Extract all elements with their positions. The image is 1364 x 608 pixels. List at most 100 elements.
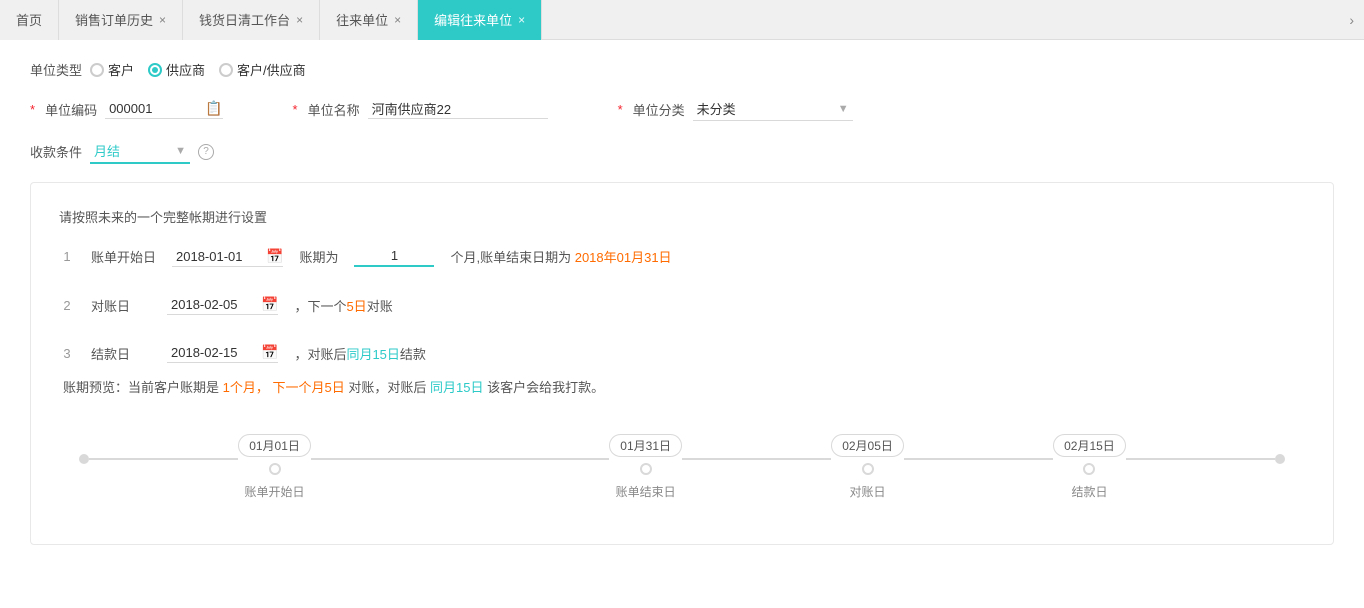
unit-code-copy-icon[interactable]: 📋 (205, 100, 222, 117)
radio-label-customer: 客户 (108, 60, 134, 79)
unit-category-value: 未分类 (697, 99, 736, 118)
node-label-2: 01月31日 (609, 434, 682, 457)
settings-panel: 请按照未来的一个完整帐期进行设置 1 账单开始日 📅 账期为 个月,账单结束日期… (30, 182, 1334, 545)
unit-name-input[interactable] (368, 99, 548, 119)
timeline-connector-1 (311, 458, 609, 460)
start-date-input[interactable] (172, 247, 262, 266)
unit-category-label: 单位分类 (633, 100, 685, 119)
calendar-icon-2[interactable]: 📅 (261, 296, 278, 313)
timeline-node-2: 01月31日 账单结束日 (609, 434, 682, 500)
period-num-3: 3 (59, 346, 75, 361)
tab-home[interactable]: 首页 (0, 0, 59, 40)
unit-type-row: 单位类型 客户 供应商 客户/供应商 (30, 60, 1334, 79)
tab-sales-order[interactable]: 销售订单历史 × (59, 0, 183, 40)
node-sublabel-4: 结款日 (1071, 483, 1107, 500)
preview-day5: 下一个月5日 (273, 380, 345, 395)
period-month-input[interactable] (354, 246, 434, 267)
unit-type-label: 单位类型 (30, 60, 82, 79)
main-content: 单位类型 客户 供应商 客户/供应商 * 单位编码 (0, 40, 1364, 608)
unit-name-label: 单位名称 (308, 100, 360, 119)
timeline-node-1: 01月01日 账单开始日 (238, 434, 311, 500)
radio-circle-customer (90, 63, 104, 77)
radio-circle-both (219, 63, 233, 77)
timeline-start-dot (79, 454, 89, 464)
preview-same15: 同月15日 (430, 380, 483, 395)
reconcile-date-input[interactable] (167, 295, 257, 314)
close-tab-partner[interactable]: × (394, 13, 401, 27)
date-input-1: 📅 (172, 247, 283, 267)
tabs-scroll-right[interactable]: › (1339, 12, 1364, 28)
period-row-3: 3 结款日 📅 ，对账后同月15日结款 (59, 343, 1305, 363)
node-label-3: 02月05日 (831, 434, 904, 457)
node-sublabel-3: 对账日 (850, 483, 886, 500)
node-dot-3 (862, 463, 874, 475)
period-label-3: 结款日 (91, 344, 151, 363)
payment-value: 月结 (94, 141, 120, 160)
timeline-wrap: 01月01日 账单开始日 01月31日 账单结束日 02月05日 (59, 424, 1305, 520)
payment-help-icon[interactable]: ? (198, 144, 214, 160)
unit-code-required: * (30, 102, 35, 117)
unit-type-group: 单位类型 客户 供应商 客户/供应商 (30, 60, 306, 79)
timeline-node-3: 02月05日 对账日 (831, 434, 904, 500)
payment-row: 收款条件 月结 ▼ ? (30, 139, 1334, 164)
unit-name-required: * (293, 102, 298, 117)
calendar-icon-1[interactable]: 📅 (266, 248, 283, 265)
node-dot-2 (640, 463, 652, 475)
tabs-bar: 首页 销售订单历史 × 钱货日清工作台 × 往来单位 × 编辑往来单位 × › (0, 0, 1364, 40)
payment-select[interactable]: 月结 ▼ (90, 139, 190, 164)
radio-group: 客户 供应商 客户/供应商 (90, 60, 306, 79)
payment-day-highlight: 同月15日 (346, 347, 399, 362)
account-preview: 账期预览：当前客户账期是 1个月， 下一个月5日 对账，对账后 同月15日 该客… (59, 377, 1305, 396)
radio-label-supplier: 供应商 (166, 60, 205, 79)
preview-1month: 1个月， (223, 380, 269, 395)
node-dot-4 (1083, 463, 1095, 475)
payment-date-input[interactable] (167, 343, 257, 362)
close-tab-edit-partner[interactable]: × (518, 13, 525, 27)
unit-code-group: * 单位编码 📋 (30, 99, 223, 119)
tab-partner-unit[interactable]: 往来单位 × (320, 0, 418, 40)
tab-edit-partner[interactable]: 编辑往来单位 × (418, 0, 542, 40)
unit-code-input[interactable] (105, 99, 205, 118)
period-suffix-after: 个月,账单结束日期为 2018年01月31日 (450, 247, 671, 266)
unit-info-row: * 单位编码 📋 * 单位名称 * 单位分类 未分类 ▼ (30, 97, 1334, 121)
period-suffix-1: 账期为 (299, 247, 338, 266)
radio-label-both: 客户/供应商 (237, 60, 306, 79)
date-input-3: 📅 (167, 343, 278, 363)
payment-group: 收款条件 月结 ▼ ? (30, 139, 214, 164)
period-num-1: 1 (59, 249, 75, 264)
payment-label: 收款条件 (30, 142, 82, 161)
radio-circle-supplier (148, 63, 162, 77)
tab-cash-reconcile[interactable]: 钱货日清工作台 × (183, 0, 320, 40)
node-label-4: 02月15日 (1053, 434, 1126, 457)
node-sublabel-2: 账单结束日 (616, 483, 676, 500)
timeline-connector-4 (1126, 458, 1275, 460)
radio-supplier[interactable]: 供应商 (148, 60, 205, 79)
radio-customer[interactable]: 客户 (90, 60, 134, 79)
timeline-connector-2 (682, 458, 831, 460)
period-num-2: 2 (59, 298, 75, 313)
timeline-node-4: 02月15日 结款日 (1053, 434, 1126, 500)
period-end-date-highlight: 2018年01月31日 (575, 250, 672, 265)
timeline-end-dot (1275, 454, 1285, 464)
period-row3-suffix: ，对账后同月15日结款 (294, 344, 426, 363)
calendar-icon-3[interactable]: 📅 (261, 344, 278, 361)
unit-category-select[interactable]: 未分类 ▼ (693, 97, 853, 121)
panel-title: 请按照未来的一个完整帐期进行设置 (59, 207, 1305, 226)
period-row-1: 1 账单开始日 📅 账期为 个月,账单结束日期为 2018年01月31日 (59, 246, 1305, 267)
radio-both[interactable]: 客户/供应商 (219, 60, 306, 79)
unit-name-group: * 单位名称 (293, 99, 548, 119)
unit-code-input-wrap: 📋 (105, 99, 222, 119)
close-tab-cash[interactable]: × (296, 13, 303, 27)
period-label-1: 账单开始日 (91, 247, 156, 266)
timeline-connector-3 (904, 458, 1053, 460)
payment-chevron-icon: ▼ (175, 145, 186, 157)
unit-code-label: 单位编码 (45, 100, 97, 119)
unit-category-group: * 单位分类 未分类 ▼ (618, 97, 853, 121)
node-label-1: 01月01日 (238, 434, 311, 457)
date-input-2: 📅 (167, 295, 278, 315)
period-row2-suffix: ，下一个5日对账 (294, 296, 392, 315)
period-label-2: 对账日 (91, 296, 151, 315)
unit-category-chevron-icon: ▼ (838, 103, 849, 115)
unit-cat-required: * (618, 102, 623, 117)
close-tab-sales-order[interactable]: × (159, 13, 166, 27)
